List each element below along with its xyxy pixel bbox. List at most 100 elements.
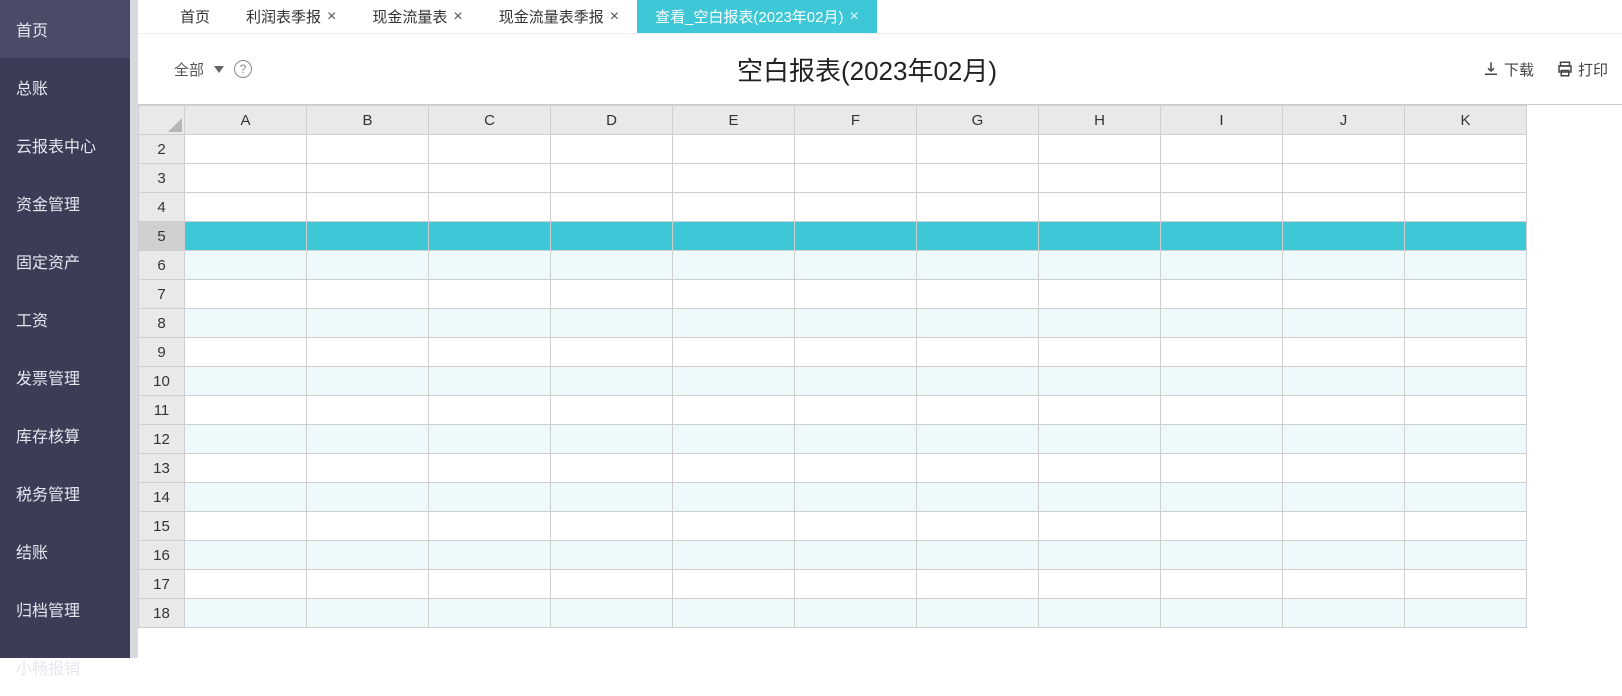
cell[interactable] (917, 367, 1039, 396)
cell[interactable] (1039, 280, 1161, 309)
cell[interactable] (1039, 222, 1161, 251)
cell[interactable] (551, 338, 673, 367)
cell[interactable] (1039, 164, 1161, 193)
cell[interactable] (307, 135, 429, 164)
cell[interactable] (1161, 454, 1283, 483)
help-icon[interactable]: ? (234, 60, 252, 78)
cell[interactable] (673, 396, 795, 425)
cell[interactable] (185, 338, 307, 367)
cell[interactable] (551, 193, 673, 222)
cell[interactable] (185, 483, 307, 512)
tab-cashflow[interactable]: 现金流量表 × (354, 0, 480, 33)
cell[interactable] (1405, 280, 1527, 309)
cell[interactable] (1039, 309, 1161, 338)
close-icon[interactable]: × (610, 9, 619, 25)
cell[interactable] (185, 425, 307, 454)
cell[interactable] (917, 135, 1039, 164)
cell[interactable] (673, 164, 795, 193)
cell[interactable] (429, 599, 551, 628)
cell[interactable] (795, 512, 917, 541)
row-header[interactable]: 18 (139, 599, 185, 628)
column-header-a[interactable]: A (185, 106, 307, 135)
cell[interactable] (551, 512, 673, 541)
cell[interactable] (917, 280, 1039, 309)
cell[interactable] (551, 483, 673, 512)
cell[interactable] (1405, 541, 1527, 570)
cell[interactable] (429, 193, 551, 222)
cell[interactable] (185, 251, 307, 280)
tab-view-blank-report[interactable]: 查看_空白报表(2023年02月) × (637, 0, 877, 33)
cell[interactable] (551, 396, 673, 425)
cell[interactable] (795, 367, 917, 396)
cell[interactable] (307, 193, 429, 222)
cell[interactable] (1039, 396, 1161, 425)
cell[interactable] (429, 338, 551, 367)
cell[interactable] (795, 135, 917, 164)
row-header[interactable]: 16 (139, 541, 185, 570)
cell[interactable] (551, 367, 673, 396)
cell[interactable] (795, 396, 917, 425)
cell[interactable] (795, 599, 917, 628)
cell[interactable] (1283, 454, 1405, 483)
cell[interactable] (1405, 367, 1527, 396)
cell[interactable] (1283, 541, 1405, 570)
cell[interactable] (185, 396, 307, 425)
cell[interactable] (1283, 367, 1405, 396)
row-header[interactable]: 13 (139, 454, 185, 483)
column-header-f[interactable]: F (795, 106, 917, 135)
column-header-k[interactable]: K (1405, 106, 1527, 135)
close-icon[interactable]: × (849, 9, 858, 25)
cell[interactable] (551, 570, 673, 599)
download-button[interactable]: 下载 (1482, 59, 1534, 80)
row-header[interactable]: 10 (139, 367, 185, 396)
cell[interactable] (307, 251, 429, 280)
cell[interactable] (795, 280, 917, 309)
cell[interactable] (429, 541, 551, 570)
cell[interactable] (795, 193, 917, 222)
cell[interactable] (673, 599, 795, 628)
cell[interactable] (1405, 309, 1527, 338)
cell[interactable] (185, 541, 307, 570)
cell[interactable] (1283, 512, 1405, 541)
cell[interactable] (1039, 135, 1161, 164)
cell[interactable] (795, 338, 917, 367)
cell[interactable] (429, 222, 551, 251)
cell[interactable] (795, 454, 917, 483)
cell[interactable] (1405, 135, 1527, 164)
cell[interactable] (551, 164, 673, 193)
cell[interactable] (551, 599, 673, 628)
cell[interactable] (185, 280, 307, 309)
cell[interactable] (795, 251, 917, 280)
cell[interactable] (307, 570, 429, 599)
cell[interactable] (429, 309, 551, 338)
cell[interactable] (917, 338, 1039, 367)
cell[interactable] (307, 454, 429, 483)
column-header-h[interactable]: H (1039, 106, 1161, 135)
cell[interactable] (1405, 164, 1527, 193)
cell[interactable] (1283, 599, 1405, 628)
cell[interactable] (917, 396, 1039, 425)
cell[interactable] (551, 454, 673, 483)
cell[interactable] (795, 425, 917, 454)
cell[interactable] (1283, 135, 1405, 164)
sidebar-item-salary[interactable]: 工资 (0, 290, 130, 348)
cell[interactable] (1161, 164, 1283, 193)
cell[interactable] (917, 483, 1039, 512)
cell[interactable] (307, 396, 429, 425)
cell[interactable] (551, 135, 673, 164)
cell[interactable] (307, 541, 429, 570)
cell[interactable] (185, 309, 307, 338)
row-header[interactable]: 4 (139, 193, 185, 222)
cell[interactable] (673, 135, 795, 164)
cell[interactable] (1161, 251, 1283, 280)
cell[interactable] (429, 367, 551, 396)
column-header-b[interactable]: B (307, 106, 429, 135)
sidebar-item-tax-management[interactable]: 税务管理 (0, 464, 130, 522)
cell[interactable] (673, 570, 795, 599)
cell[interactable] (1039, 367, 1161, 396)
sidebar-item-fund-management[interactable]: 资金管理 (0, 174, 130, 232)
cell[interactable] (1039, 251, 1161, 280)
cell[interactable] (307, 367, 429, 396)
cell[interactable] (795, 483, 917, 512)
cell[interactable] (795, 541, 917, 570)
